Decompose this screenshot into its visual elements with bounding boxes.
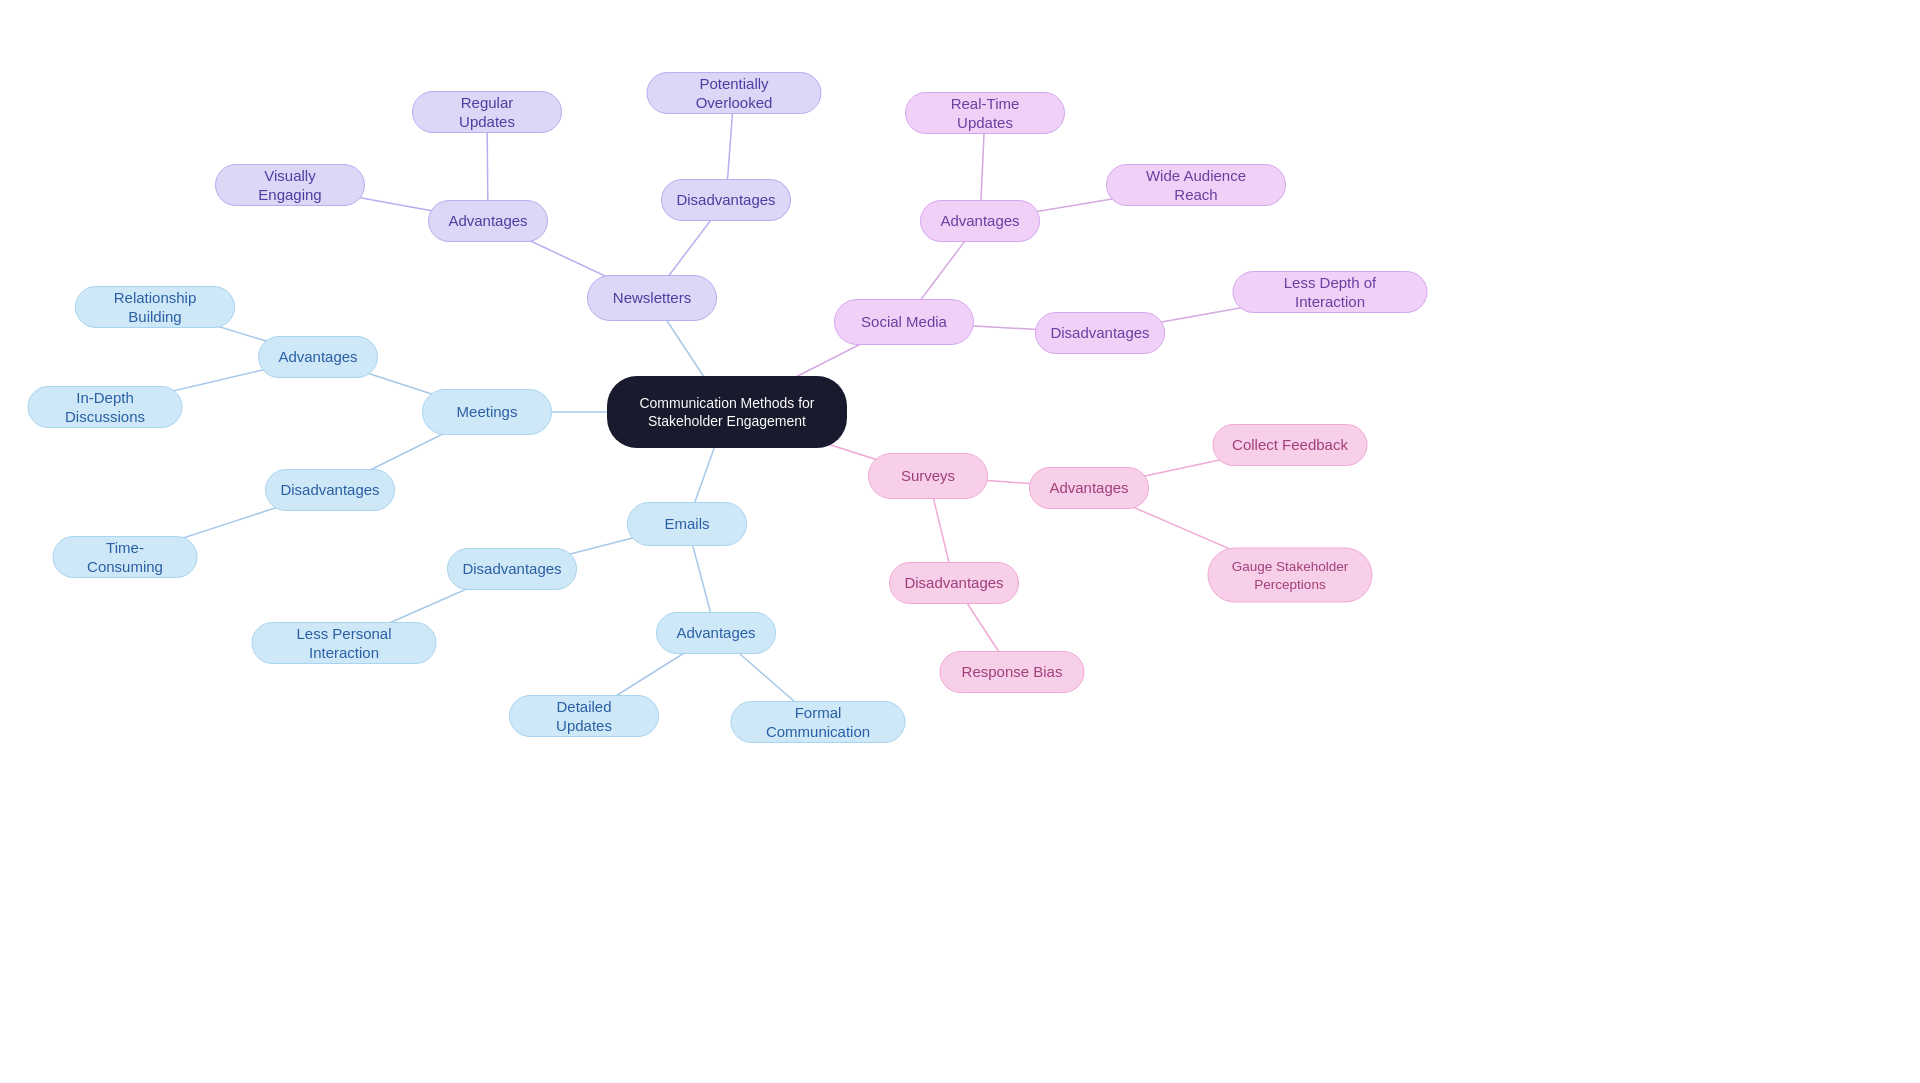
collect-feedback-node: Collect Feedback xyxy=(1213,424,1368,466)
time-consuming-node: Time-Consuming xyxy=(53,536,198,578)
surveys-advantages-node: Advantages xyxy=(1029,467,1149,509)
relationship-building-node: Relationship Building xyxy=(75,286,235,328)
nl-advantages-node: Advantages xyxy=(428,200,548,242)
visually-engaging-node: Visually Engaging xyxy=(215,164,365,206)
realtime-updates-node: Real-Time Updates xyxy=(905,92,1065,134)
meetings-disadvantages-node: Disadvantages xyxy=(265,469,395,511)
in-depth-discussions-node: In-Depth Discussions xyxy=(28,386,183,428)
response-bias-node: Response Bias xyxy=(940,651,1085,693)
detailed-updates-node: Detailed Updates xyxy=(509,695,659,737)
surveys-disadvantages-node: Disadvantages xyxy=(889,562,1019,604)
less-personal-node: Less Personal Interaction xyxy=(252,622,437,664)
meetings-advantages-node: Advantages xyxy=(258,336,378,378)
wide-audience-node: Wide Audience Reach xyxy=(1106,164,1286,206)
formal-communication-node: Formal Communication xyxy=(731,701,906,743)
gauge-perceptions-node: Gauge StakeholderPerceptions xyxy=(1208,548,1373,603)
center-node: Communication Methods forStakeholder Eng… xyxy=(607,376,847,448)
surveys-node: Surveys xyxy=(868,453,988,499)
regular-updates-node: Regular Updates xyxy=(412,91,562,133)
emails-node: Emails xyxy=(627,502,747,546)
sm-advantages-node: Advantages xyxy=(920,200,1040,242)
emails-disadvantages-node: Disadvantages xyxy=(447,548,577,590)
potentially-overlooked-node: Potentially Overlooked xyxy=(647,72,822,114)
sm-disadvantages-node: Disadvantages xyxy=(1035,312,1165,354)
nl-disadvantages-node: Disadvantages xyxy=(661,179,791,221)
meetings-node: Meetings xyxy=(422,389,552,435)
social-media-node: Social Media xyxy=(834,299,974,345)
less-depth-node: Less Depth of Interaction xyxy=(1233,271,1428,313)
newsletters-node: Newsletters xyxy=(587,275,717,321)
emails-advantages-node: Advantages xyxy=(656,612,776,654)
